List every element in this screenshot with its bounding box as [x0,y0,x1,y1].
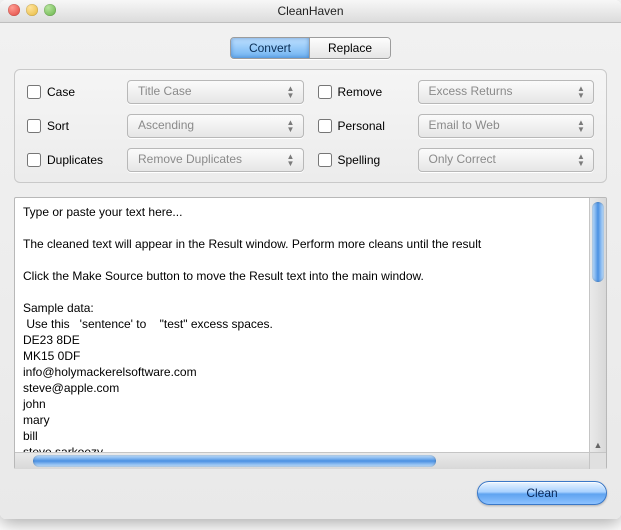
select-sort-value: Ascending [138,118,194,132]
checkbox-remove-input[interactable] [318,85,332,99]
scroll-up-icon[interactable]: ▲ [590,440,606,450]
checkbox-spelling-label: Spelling [338,153,381,167]
updown-icon: ▲▼ [283,117,299,135]
titlebar[interactable]: CleanHaven [0,0,621,23]
window-title: CleanHaven [277,4,343,18]
select-duplicates[interactable]: Remove Duplicates ▲▼ [127,148,304,172]
select-personal[interactable]: Email to Web ▲▼ [418,114,595,138]
select-sort[interactable]: Ascending ▲▼ [127,114,304,138]
options-panel: Case Title Case ▲▼ Remove Excess Returns… [14,69,607,183]
scroll-corner [589,452,606,469]
clean-button[interactable]: Clean [477,481,607,505]
select-personal-value: Email to Web [429,118,500,132]
checkbox-case[interactable]: Case [27,85,113,99]
horizontal-scrollbar[interactable] [15,452,590,469]
checkbox-spelling[interactable]: Spelling [318,153,404,167]
checkbox-personal[interactable]: Personal [318,119,404,133]
select-spelling[interactable]: Only Correct ▲▼ [418,148,595,172]
updown-icon: ▲▼ [283,151,299,169]
minimize-icon[interactable] [26,4,38,16]
select-duplicates-value: Remove Duplicates [138,152,242,166]
tab-convert[interactable]: Convert [231,38,309,58]
tab-replace[interactable]: Replace [309,38,390,58]
select-remove-value: Excess Returns [429,84,513,98]
checkbox-sort-label: Sort [47,119,69,133]
tab-bar: Convert Replace [14,37,607,59]
zoom-icon[interactable] [44,4,56,16]
traffic-lights [8,4,56,16]
checkbox-sort-input[interactable] [27,119,41,133]
updown-icon: ▲▼ [573,117,589,135]
footer: Clean [14,481,607,505]
checkbox-duplicates-input[interactable] [27,153,41,167]
main-textarea[interactable]: Type or paste your text here... The clea… [15,198,589,468]
text-area-container: Type or paste your text here... The clea… [14,197,607,469]
checkbox-sort[interactable]: Sort [27,119,113,133]
select-case-value: Title Case [138,84,192,98]
app-window: CleanHaven Convert Replace Case Title Ca… [0,0,621,519]
checkbox-personal-label: Personal [338,119,385,133]
updown-icon: ▲▼ [283,83,299,101]
checkbox-duplicates-label: Duplicates [47,153,103,167]
select-case[interactable]: Title Case ▲▼ [127,80,304,104]
vertical-scrollbar[interactable]: ▲ ▼ [589,198,606,468]
checkbox-duplicates[interactable]: Duplicates [27,153,113,167]
checkbox-case-label: Case [47,85,75,99]
select-remove[interactable]: Excess Returns ▲▼ [418,80,595,104]
checkbox-remove-label: Remove [338,85,383,99]
horizontal-scroll-thumb[interactable] [33,455,436,467]
updown-icon: ▲▼ [573,83,589,101]
window-body: Convert Replace Case Title Case ▲▼ Remov… [0,23,621,519]
checkbox-remove[interactable]: Remove [318,85,404,99]
checkbox-case-input[interactable] [27,85,41,99]
vertical-scroll-thumb[interactable] [592,202,604,282]
checkbox-spelling-input[interactable] [318,153,332,167]
close-icon[interactable] [8,4,20,16]
updown-icon: ▲▼ [573,151,589,169]
checkbox-personal-input[interactable] [318,119,332,133]
select-spelling-value: Only Correct [429,152,496,166]
